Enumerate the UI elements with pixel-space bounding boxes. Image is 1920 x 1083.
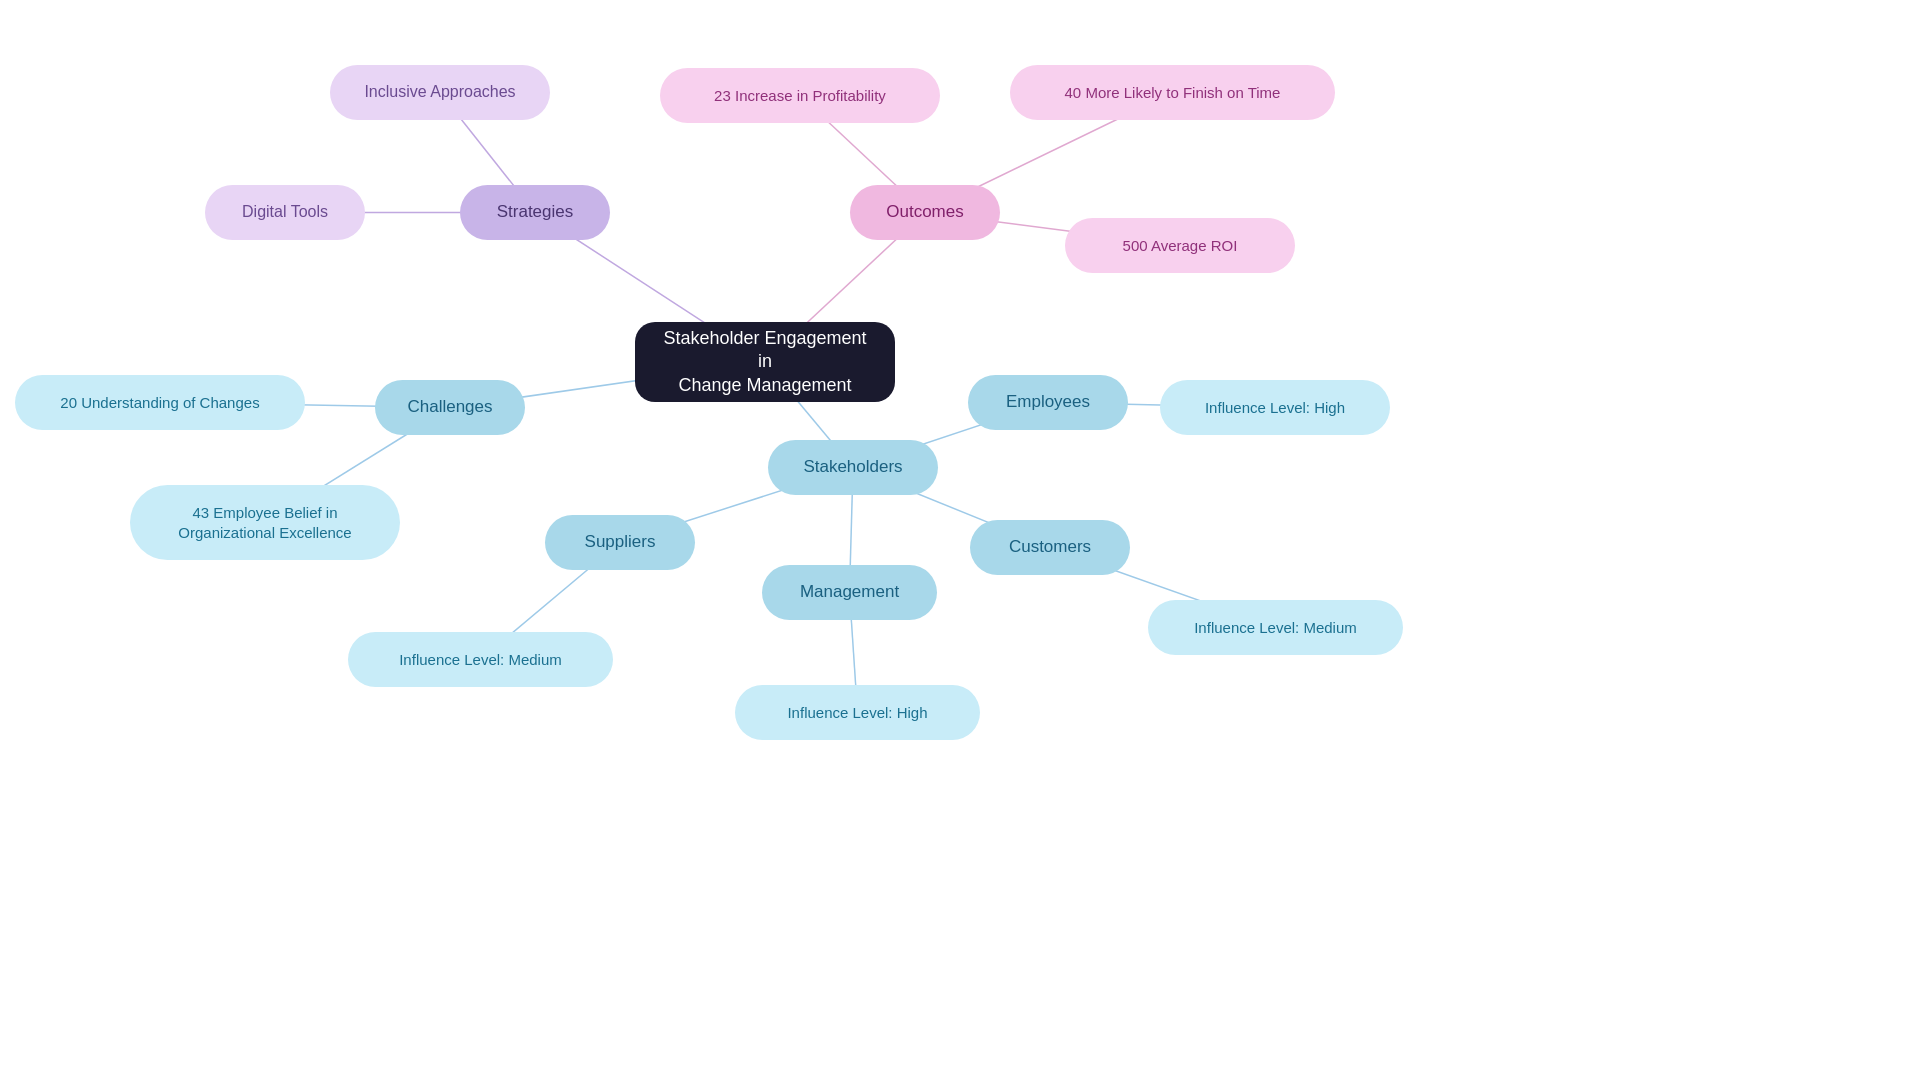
emp-inf-label: Influence Level: High: [1205, 398, 1345, 418]
finish-label: 40 More Likely to Finish on Time: [1065, 83, 1281, 103]
inclusive-approaches-node[interactable]: Inclusive Approaches: [330, 65, 550, 120]
employees-node[interactable]: Employees: [968, 375, 1128, 430]
center-node: Stakeholder Engagement in Change Managem…: [635, 322, 895, 402]
avg-roi-node[interactable]: 500 Average ROI: [1065, 218, 1295, 273]
outcomes-label: Outcomes: [886, 201, 963, 223]
customers-label: Customers: [1009, 536, 1091, 558]
strategies-label: Strategies: [497, 201, 574, 223]
cust-influence-node[interactable]: Influence Level: Medium: [1148, 600, 1403, 655]
emp-influence-node[interactable]: Influence Level: High: [1160, 380, 1390, 435]
outcomes-node[interactable]: Outcomes: [850, 185, 1000, 240]
suppliers-label: Suppliers: [585, 531, 656, 553]
mgmt-inf-label: Influence Level: High: [787, 703, 927, 723]
employee-belief-node[interactable]: 43 Employee Belief in Organizational Exc…: [130, 485, 400, 560]
digital-tools-node[interactable]: Digital Tools: [205, 185, 365, 240]
management-label: Management: [800, 581, 899, 603]
finish-time-node[interactable]: 40 More Likely to Finish on Time: [1010, 65, 1335, 120]
suppliers-node[interactable]: Suppliers: [545, 515, 695, 570]
employees-label: Employees: [1006, 391, 1090, 413]
digital-label: Digital Tools: [242, 202, 328, 223]
understanding-label: 20 Understanding of Changes: [60, 393, 259, 413]
customers-node[interactable]: Customers: [970, 520, 1130, 575]
profitability-label: 23 Increase in Profitability: [714, 86, 886, 106]
management-node[interactable]: Management: [762, 565, 937, 620]
supp-inf-label: Influence Level: Medium: [399, 650, 562, 670]
challenges-label: Challenges: [407, 396, 492, 418]
cust-inf-label: Influence Level: Medium: [1194, 618, 1357, 638]
inclusive-label: Inclusive Approaches: [364, 82, 515, 103]
center-label: Stakeholder Engagement in Change Managem…: [655, 327, 875, 397]
strategies-node[interactable]: Strategies: [460, 185, 610, 240]
roi-label: 500 Average ROI: [1123, 236, 1238, 256]
understanding-node[interactable]: 20 Understanding of Changes: [15, 375, 305, 430]
profitability-node[interactable]: 23 Increase in Profitability: [660, 68, 940, 123]
stakeholders-label: Stakeholders: [803, 456, 902, 478]
challenges-node[interactable]: Challenges: [375, 380, 525, 435]
supp-influence-node[interactable]: Influence Level: Medium: [348, 632, 613, 687]
belief-label: 43 Employee Belief in Organizational Exc…: [178, 503, 351, 542]
mgmt-influence-node[interactable]: Influence Level: High: [735, 685, 980, 740]
stakeholders-node[interactable]: Stakeholders: [768, 440, 938, 495]
